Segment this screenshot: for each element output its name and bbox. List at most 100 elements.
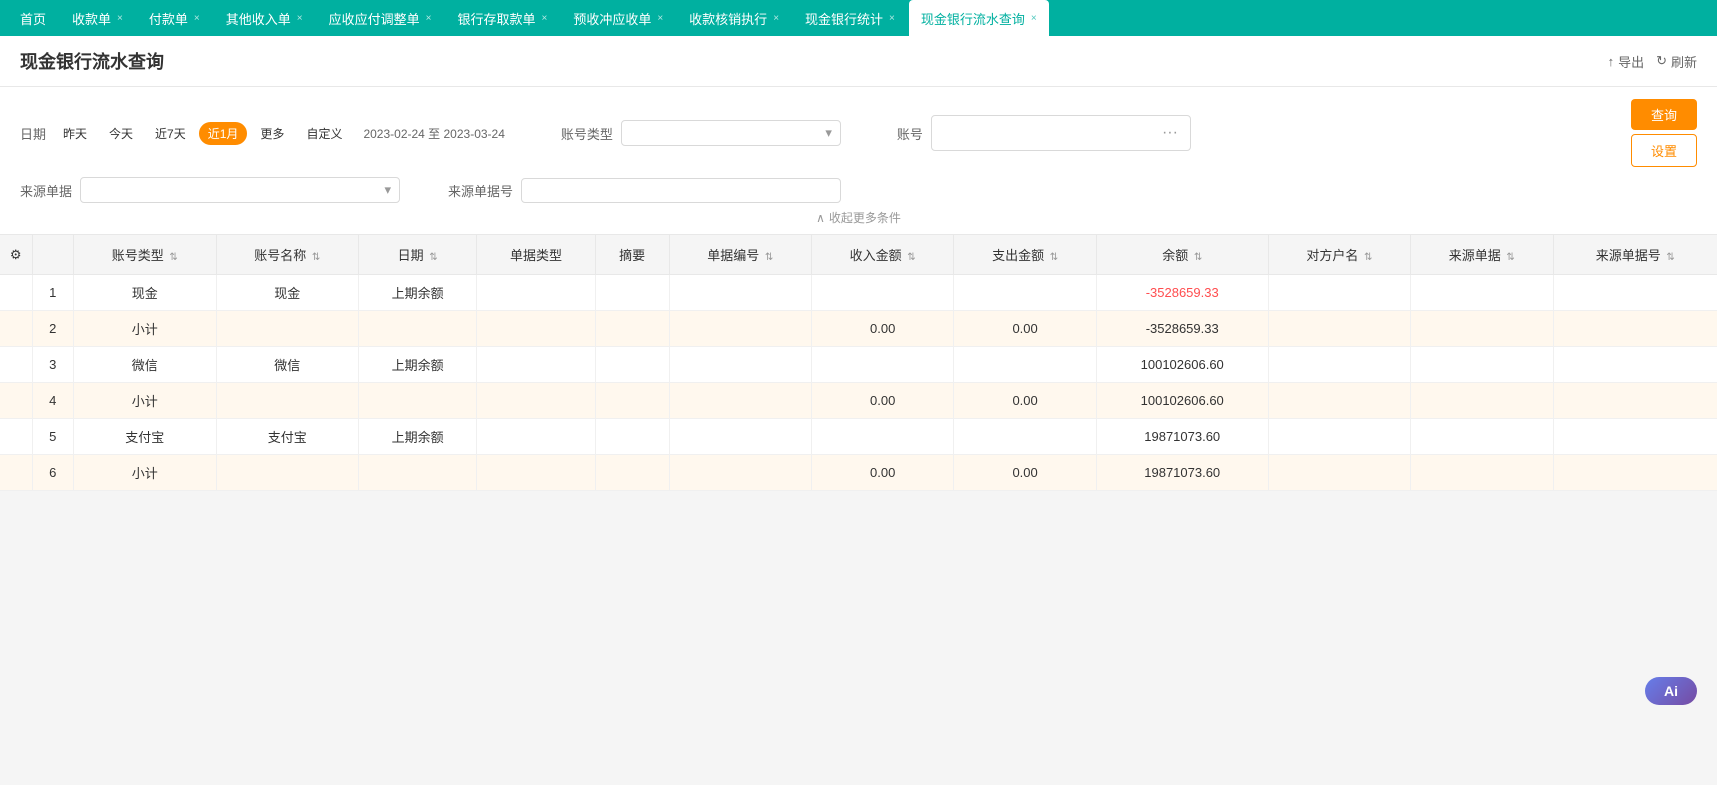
date-yesterday[interactable]: 昨天 (54, 122, 96, 145)
nav-tab-5[interactable]: 预收冲应收单 × (561, 0, 675, 36)
refresh-icon: ↻ (1656, 53, 1667, 69)
table-cell (595, 455, 669, 491)
table-cell: 19871073.60 (1096, 455, 1268, 491)
table-cell: 0.00 (811, 311, 953, 347)
date-options: 昨天 今天 近7天 近1月 更多 自定义 (54, 122, 351, 145)
th-account-name[interactable]: 账号名称 ⇅ (216, 235, 358, 275)
table-cell (1411, 311, 1553, 347)
table-header-row: ⚙ 账号类型 ⇅ 账号名称 ⇅ 日期 ⇅ 单据类型 摘要 单据编号 (0, 235, 1717, 275)
table-cell (358, 311, 476, 347)
table-cell (0, 383, 32, 419)
table-cell (0, 455, 32, 491)
settings-button[interactable]: 设置 (1631, 134, 1697, 167)
table-row: 2小计0.000.00-3528659.33 (0, 311, 1717, 347)
account-type-select[interactable]: ▾ (621, 120, 841, 146)
th-source-doc-no[interactable]: 来源单据号 ⇅ (1553, 235, 1717, 275)
date-filter-group: 日期 昨天 今天 近7天 近1月 更多 自定义 2023-02-24 至 202… (20, 122, 505, 145)
date-custom[interactable]: 自定义 (297, 122, 351, 145)
table-cell (669, 383, 811, 419)
table-cell: 0.00 (954, 383, 1096, 419)
table-cell (669, 347, 811, 383)
chevron-up-icon: ∧ (816, 211, 825, 225)
nav-tab-0[interactable]: 收款单 × (60, 0, 135, 36)
top-nav: 首页 收款单 × 付款单 × 其他收入单 × 应收应付调整单 × 银行存取款单 … (0, 0, 1717, 36)
date-label: 日期 (20, 124, 46, 143)
nav-tab-1[interactable]: 付款单 × (137, 0, 212, 36)
table-cell: 6 (32, 455, 74, 491)
date-7days[interactable]: 近7天 (146, 122, 195, 145)
table-cell (216, 383, 358, 419)
close-icon[interactable]: × (297, 13, 303, 24)
dots-icon[interactable]: ··· (1158, 120, 1182, 146)
th-expense[interactable]: 支出金额 ⇅ (954, 235, 1096, 275)
table-cell: 0.00 (954, 311, 1096, 347)
source-doc-no-input[interactable] (530, 183, 832, 198)
table-cell (595, 311, 669, 347)
close-icon[interactable]: × (194, 13, 200, 24)
date-1month[interactable]: 近1月 (199, 122, 248, 145)
export-button[interactable]: ↑ 导出 (1608, 52, 1645, 71)
source-doc-select[interactable]: ▾ (80, 177, 400, 203)
table-cell (595, 347, 669, 383)
filter-area: 日期 昨天 今天 近7天 近1月 更多 自定义 2023-02-24 至 202… (0, 87, 1717, 235)
account-input[interactable] (940, 126, 1158, 141)
table-body: 1现金现金上期余额-3528659.332小计0.000.00-3528659.… (0, 275, 1717, 491)
close-icon[interactable]: × (541, 13, 547, 24)
th-date[interactable]: 日期 ⇅ (358, 235, 476, 275)
close-icon[interactable]: × (117, 13, 123, 24)
account-filter-group: 账号 ··· (897, 115, 1191, 151)
ai-badge[interactable]: Ai (1645, 677, 1697, 705)
close-icon[interactable]: × (657, 13, 663, 24)
th-doc-type: 单据类型 (477, 235, 595, 275)
th-balance[interactable]: 余额 ⇅ (1096, 235, 1268, 275)
date-today[interactable]: 今天 (100, 122, 142, 145)
th-gear[interactable]: ⚙ (0, 235, 32, 275)
table-cell: -3528659.33 (1096, 311, 1268, 347)
table-cell (477, 455, 595, 491)
nav-tab-2[interactable]: 其他收入单 × (214, 0, 315, 36)
header-actions: ↑ 导出 ↻ 刷新 (1608, 52, 1697, 71)
table-cell (216, 455, 358, 491)
sort-icon: ⇅ (907, 252, 915, 263)
close-icon[interactable]: × (426, 13, 432, 24)
collapse-label: 收起更多条件 (829, 209, 901, 226)
table-cell (1268, 419, 1410, 455)
th-counterpart[interactable]: 对方户名 ⇅ (1268, 235, 1410, 275)
th-doc-no[interactable]: 单据编号 ⇅ (669, 235, 811, 275)
table-cell (669, 275, 811, 311)
date-more[interactable]: 更多 (251, 122, 293, 145)
th-account-type[interactable]: 账号类型 ⇅ (74, 235, 216, 275)
table-cell: 上期余额 (358, 275, 476, 311)
nav-tab-7[interactable]: 现金银行统计 × (793, 0, 907, 36)
th-income[interactable]: 收入金额 ⇅ (811, 235, 953, 275)
table-cell: 4 (32, 383, 74, 419)
table-cell: 5 (32, 419, 74, 455)
source-doc-label: 来源单据 (20, 181, 72, 200)
nav-tab-3[interactable]: 应收应付调整单 × (317, 0, 444, 36)
ai-label: Ai (1664, 683, 1678, 699)
nav-tab-4[interactable]: 银行存取款单 × (445, 0, 559, 36)
table-cell: 上期余额 (358, 419, 476, 455)
table-cell (1411, 347, 1553, 383)
close-icon[interactable]: × (773, 13, 779, 24)
table-cell (669, 455, 811, 491)
table-cell: 小计 (74, 455, 216, 491)
source-doc-no-input-group (521, 178, 841, 203)
sort-icon: ⇅ (1050, 252, 1058, 263)
table-cell (358, 383, 476, 419)
chevron-down-icon: ▾ (825, 125, 832, 141)
table-cell (1268, 383, 1410, 419)
nav-tab-8[interactable]: 现金银行流水查询 × (909, 0, 1049, 36)
table-cell: 现金 (216, 275, 358, 311)
nav-home[interactable]: 首页 (8, 0, 58, 36)
refresh-button[interactable]: ↻ 刷新 (1656, 52, 1697, 71)
search-button[interactable]: 查询 (1631, 99, 1697, 130)
close-icon[interactable]: × (889, 13, 895, 24)
nav-tab-6[interactable]: 收款核销执行 × (677, 0, 791, 36)
table-cell: 0.00 (954, 455, 1096, 491)
close-icon[interactable]: × (1031, 13, 1037, 24)
table-cell (1553, 347, 1717, 383)
collapse-row[interactable]: ∧ 收起更多条件 (20, 209, 1697, 226)
chevron-down-icon-2: ▾ (384, 182, 391, 198)
th-source-doc[interactable]: 来源单据 ⇅ (1411, 235, 1553, 275)
